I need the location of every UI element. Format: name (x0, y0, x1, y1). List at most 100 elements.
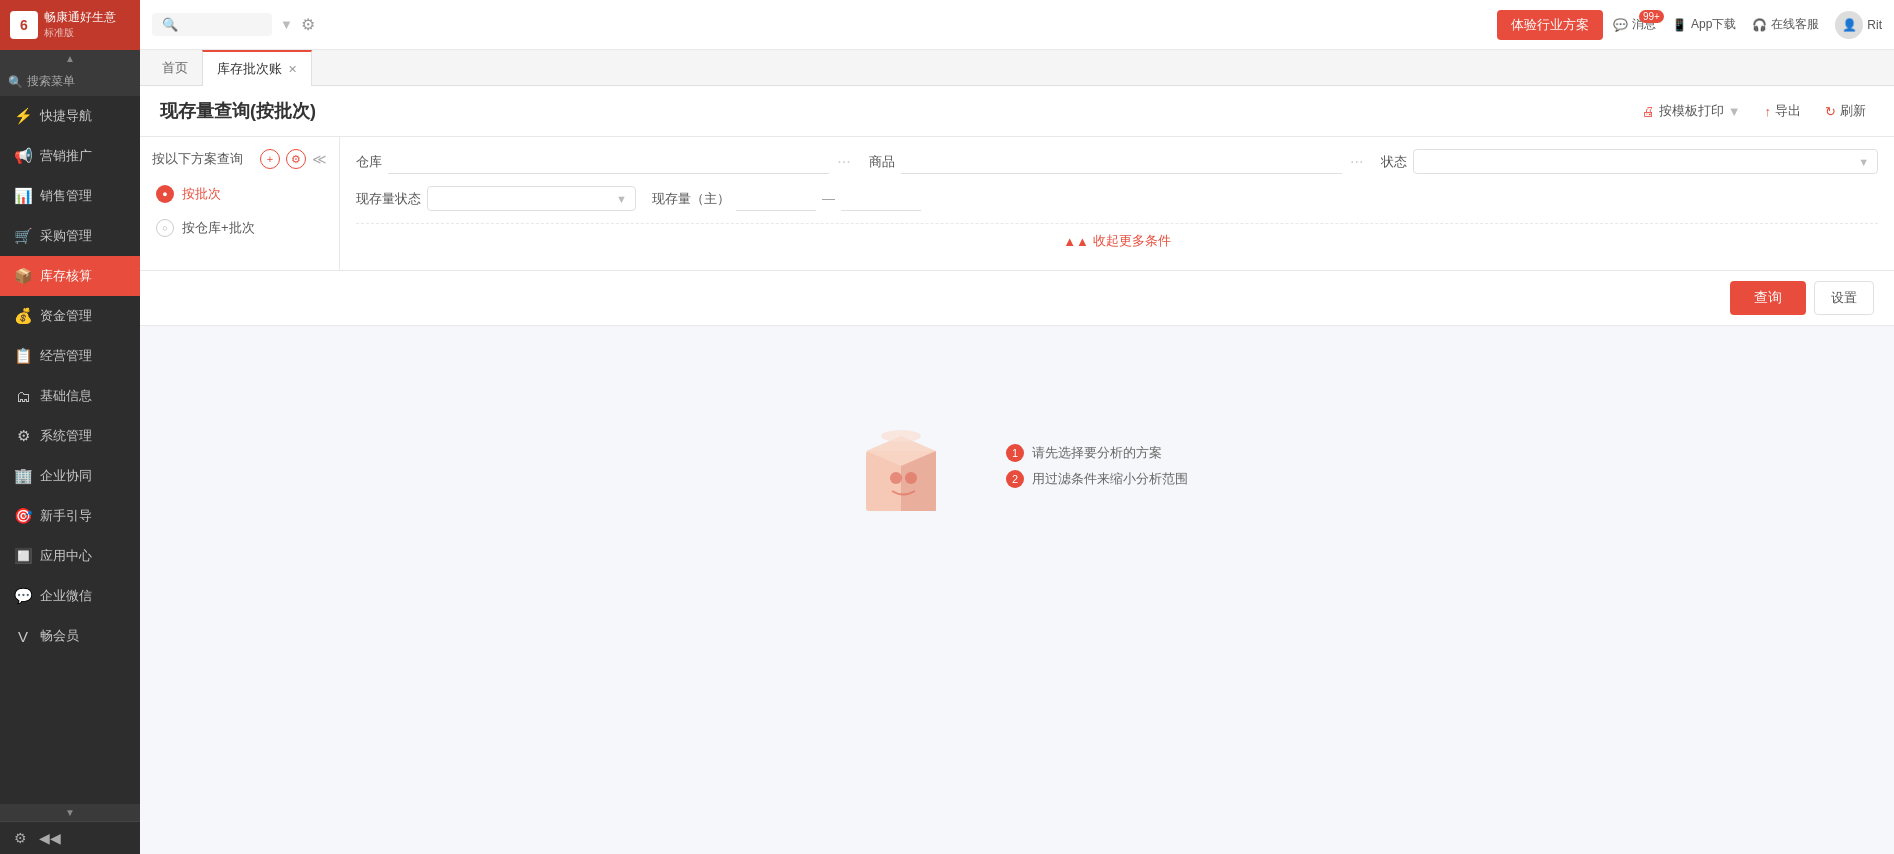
sidebar-item-basics[interactable]: 🗂 基础信息 (0, 376, 140, 416)
nav-icon-sales: 📊 (14, 187, 32, 205)
stock-qty-to-input[interactable] (841, 187, 921, 211)
tab-close-batch-account[interactable]: ✕ (288, 63, 297, 76)
messages-icon: 💬 (1613, 18, 1628, 32)
nav-label-marketing: 营销推广 (40, 147, 92, 165)
sidebar-item-marketing[interactable]: 📢 营销推广 (0, 136, 140, 176)
sidebar-item-quick-nav[interactable]: ⚡ 快捷导航 (0, 96, 140, 136)
topbar-search-icon: 🔍 (162, 17, 178, 32)
stock-qty-range: — (736, 187, 972, 211)
print-icon: 🖨 (1642, 104, 1655, 119)
warehouse-input[interactable] (388, 150, 829, 174)
app-logo: 6 (10, 11, 38, 39)
sidebar-item-enterprise[interactable]: 🏢 企业协同 (0, 456, 140, 496)
export-button[interactable]: ↑ 导出 (1757, 98, 1810, 124)
print-dropdown-icon: ▼ (1728, 104, 1741, 119)
warehouse-more-icon[interactable]: ··· (835, 153, 852, 171)
app-version: 标准版 (44, 26, 116, 40)
warehouse-batch-option-icon: ○ (156, 219, 174, 237)
topbar-left: 🔍 ▼ ⚙ (152, 13, 1487, 36)
collapse-filter-icon[interactable]: ≪ (312, 151, 327, 167)
nav-icon-apps: 🔲 (14, 547, 32, 565)
page-header-actions: 🖨 按模板打印 ▼ ↑ 导出 ↻ 刷新 (1634, 98, 1874, 124)
nav-icon-member: V (14, 628, 32, 645)
filter-settings-icon[interactable]: ⚙ (286, 149, 306, 169)
scroll-down-btn[interactable]: ▼ (0, 804, 140, 821)
nav-icon-guide: 🎯 (14, 507, 32, 525)
sidebar-item-system[interactable]: ⚙ 系统管理 (0, 416, 140, 456)
stock-qty-from-input[interactable] (736, 187, 816, 211)
tab-batch-account[interactable]: 库存批次账 ✕ (202, 50, 312, 86)
svg-point-4 (905, 472, 917, 484)
nav-label-guide: 新手引导 (40, 507, 92, 525)
tab-label-home: 首页 (162, 59, 188, 77)
action-bar: 查询 设置 (140, 271, 1894, 326)
search-menu-item[interactable]: 🔍 搜索菜单 (0, 67, 140, 96)
sidebar-item-purchase[interactable]: 🛒 采购管理 (0, 216, 140, 256)
topbar-search[interactable]: 🔍 (152, 13, 272, 36)
nav-label-basics: 基础信息 (40, 387, 92, 405)
sidebar-item-operation[interactable]: 📋 经营管理 (0, 336, 140, 376)
topbar-actions: 💬 消息 99+ 📱 App下载 🎧 在线客服 👤 Rit (1613, 11, 1882, 39)
sidebar-item-guide[interactable]: 🎯 新手引导 (0, 496, 140, 536)
scroll-up-btn[interactable]: ▲ (0, 50, 140, 67)
hint-1: 1 请先选择要分析的方案 (1006, 444, 1188, 462)
sidebar: 6 畅康通好生意 标准版 ▲ 🔍 搜索菜单 ⚡ 快捷导航 📢 营销推广 📊 销售… (0, 0, 140, 854)
nav-label-purchase: 采购管理 (40, 227, 92, 245)
topbar-dropdown-icon[interactable]: ▼ (280, 17, 293, 32)
tab-label-batch-account: 库存批次账 (217, 60, 282, 78)
user-avatar: 👤 (1835, 11, 1863, 39)
stock-status-select[interactable] (436, 191, 616, 206)
settings-icon[interactable]: ⚙ (14, 830, 27, 846)
warehouse-field: 仓库 ··· (356, 150, 853, 174)
refresh-button[interactable]: ↻ 刷新 (1817, 98, 1874, 124)
status-select-wrapper[interactable]: ▼ (1413, 149, 1878, 174)
product-input[interactable] (901, 150, 1342, 174)
sidebar-item-member[interactable]: V 畅会员 (0, 616, 140, 656)
empty-state: 1 请先选择要分析的方案 2 用过滤条件来缩小分析范围 (140, 326, 1894, 606)
query-button[interactable]: 查询 (1730, 281, 1806, 315)
brand-name: 畅康通好生意 (44, 10, 116, 26)
filter-row-1: 仓库 ··· 商品 ··· 状态 (356, 149, 1878, 174)
filter-fields: 仓库 ··· 商品 ··· 状态 (340, 137, 1894, 270)
sidebar-footer: ⚙ ◀◀ (0, 821, 140, 854)
topbar-settings-icon[interactable]: ⚙ (301, 15, 315, 34)
messages-item[interactable]: 💬 消息 99+ (1613, 16, 1656, 33)
tab-bar: 首页 库存批次账 ✕ (140, 50, 1894, 86)
stock-status-chevron-icon: ▼ (616, 193, 627, 205)
product-field: 商品 ··· (869, 150, 1366, 174)
page-header: 现存量查询(按批次) 🖨 按模板打印 ▼ ↑ 导出 ↻ 刷新 (140, 86, 1894, 137)
page-title: 现存量查询(按批次) (160, 99, 316, 123)
sidebar-item-weixin[interactable]: 💬 企业微信 (0, 576, 140, 616)
trial-button[interactable]: 体验行业方案 (1497, 10, 1603, 40)
batch-option-icon: ● (156, 185, 174, 203)
nav-label-system: 系统管理 (40, 427, 92, 445)
export-icon: ↑ (1765, 104, 1772, 119)
tab-home[interactable]: 首页 (148, 51, 202, 85)
nav-icon-enterprise: 🏢 (14, 467, 32, 485)
collapse-sidebar-icon[interactable]: ◀◀ (39, 830, 61, 846)
topbar: 🔍 ▼ ⚙ 体验行业方案 💬 消息 99+ 📱 App下载 🎧 在线客服 👤 R… (140, 0, 1894, 50)
settings-button[interactable]: 设置 (1814, 281, 1874, 315)
product-more-icon[interactable]: ··· (1348, 153, 1365, 171)
add-filter-icon[interactable]: + (260, 149, 280, 169)
filter-sidebar-icons: + ⚙ ≪ (260, 149, 327, 169)
sidebar-item-sales[interactable]: 📊 销售管理 (0, 176, 140, 216)
headset-icon: 🎧 (1752, 18, 1767, 32)
collapse-more-conditions[interactable]: ▲▲ 收起更多条件 (356, 223, 1878, 258)
sidebar-item-inventory[interactable]: 📦 库存核算 (0, 256, 140, 296)
refresh-icon: ↻ (1825, 104, 1836, 119)
user-item[interactable]: 👤 Rit (1835, 11, 1882, 39)
app-download-item[interactable]: 📱 App下载 (1672, 16, 1736, 33)
filter-option-by-batch[interactable]: ● 按批次 (140, 177, 339, 211)
stock-status-select-wrapper[interactable]: ▼ (427, 186, 636, 211)
filter-option-by-warehouse-batch[interactable]: ○ 按仓库+批次 (140, 211, 339, 245)
status-select[interactable] (1422, 154, 1858, 169)
customer-service-item[interactable]: 🎧 在线客服 (1752, 16, 1819, 33)
print-button[interactable]: 🖨 按模板打印 ▼ (1634, 98, 1749, 124)
stock-qty-field: 现存量（主） — (652, 187, 972, 211)
status-chevron-icon: ▼ (1858, 156, 1869, 168)
messages-badge: 99+ (1639, 10, 1664, 23)
sidebar-item-apps[interactable]: 🔲 应用中心 (0, 536, 140, 576)
svg-point-3 (890, 472, 902, 484)
sidebar-item-finance[interactable]: 💰 资金管理 (0, 296, 140, 336)
